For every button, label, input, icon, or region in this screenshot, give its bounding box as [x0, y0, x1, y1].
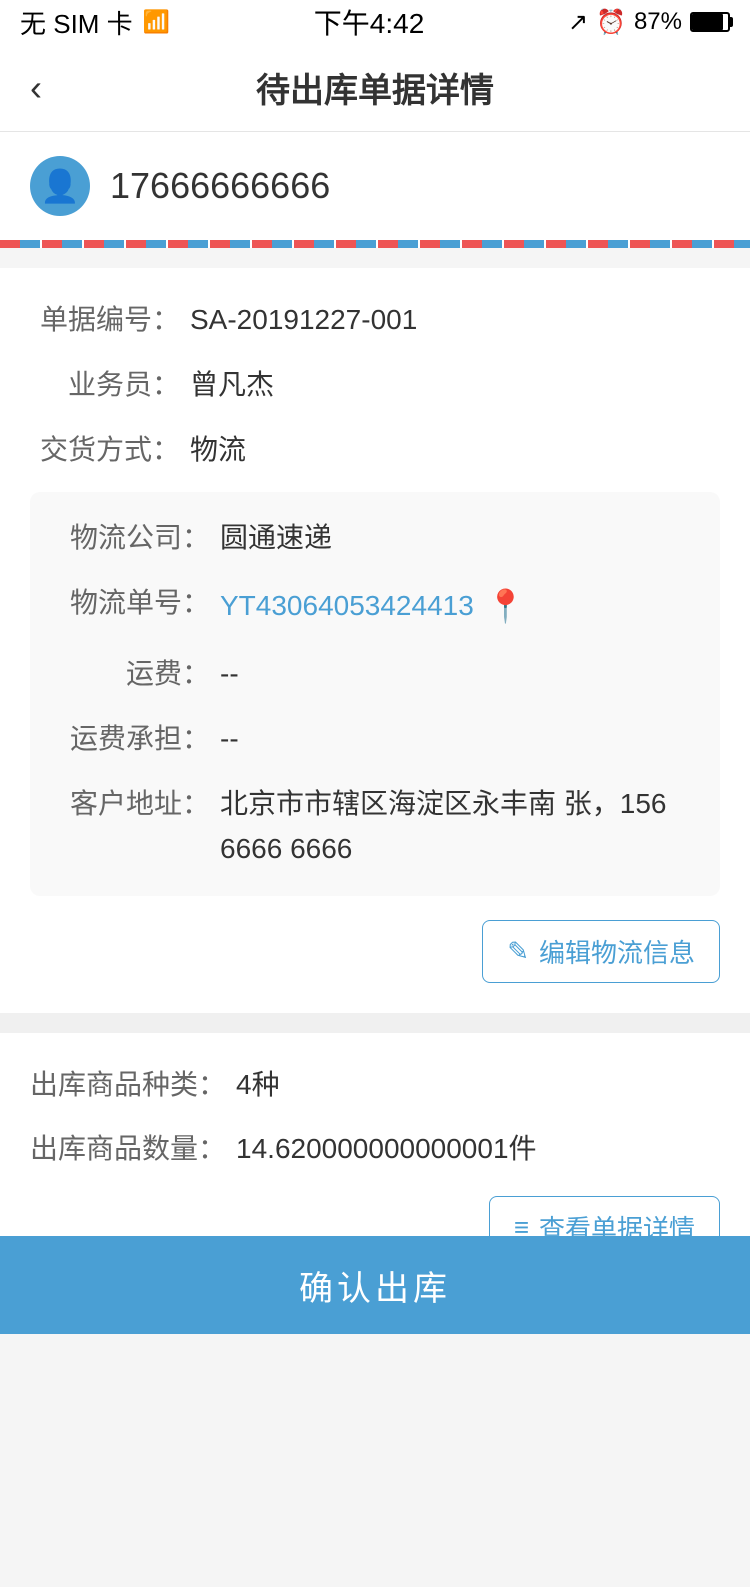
- status-right: ↗ ⏰ 87%: [568, 8, 730, 37]
- avatar-icon: 👤: [40, 167, 80, 205]
- product-type-row: 出库商品种类： 4种: [30, 1063, 720, 1108]
- address-label: 客户地址：: [60, 782, 210, 827]
- salesman-label: 业务员：: [30, 363, 180, 408]
- tracking-no-row: 物流单号： YT43064053424413 📍: [60, 581, 690, 632]
- edit-icon: ✎: [507, 936, 529, 967]
- salesman-row: 业务员： 曾凡杰: [30, 363, 720, 408]
- customer-phone: 17666666666: [110, 165, 330, 207]
- customer-header: 👤 17666666666: [0, 132, 750, 240]
- delivery-method-value: 物流: [180, 428, 720, 473]
- logistics-company-row: 物流公司： 圆通速递: [60, 516, 690, 561]
- location-icon[interactable]: 📍: [486, 581, 526, 632]
- address-row: 客户地址： 北京市市辖区海淀区永丰南 张，156 6666 6666: [60, 782, 690, 872]
- section-separator-1: [0, 1013, 750, 1033]
- delivery-method-label: 交货方式：: [30, 428, 180, 473]
- product-quantity-row: 出库商品数量： 14.620000000000001件: [30, 1127, 720, 1172]
- dashed-divider: [0, 240, 750, 248]
- freight-bearer-value: --: [210, 717, 690, 762]
- logistics-company-value: 圆通速递: [210, 516, 690, 561]
- edit-logistics-button[interactable]: ✎ 编辑物流信息: [482, 920, 720, 983]
- product-quantity-value: 14.620000000000001件: [226, 1127, 720, 1172]
- nav-bar: ‹ 待出库单据详情: [0, 44, 750, 132]
- confirm-button[interactable]: 确认出库: [0, 1236, 750, 1334]
- product-quantity-label: 出库商品数量：: [30, 1127, 226, 1172]
- page-title: 待出库单据详情: [256, 63, 494, 112]
- location-icon: ↗: [568, 8, 588, 37]
- confirm-button-label: 确认出库: [299, 1261, 451, 1310]
- time-text: 下午4:42: [314, 2, 425, 42]
- product-type-label: 出库商品种类：: [30, 1063, 226, 1108]
- salesman-value: 曾凡杰: [180, 363, 720, 408]
- status-bar: 无 SIM 卡 📶 下午4:42 ↗ ⏰ 87%: [0, 0, 750, 44]
- order-info-section: 单据编号： SA-20191227-001 业务员： 曾凡杰 交货方式： 物流 …: [0, 268, 750, 1013]
- edit-logistics-area: ✎ 编辑物流信息: [30, 920, 720, 983]
- address-value: 北京市市辖区海淀区永丰南 张，156 6666 6666: [210, 782, 690, 872]
- edit-logistics-label: 编辑物流信息: [539, 933, 695, 970]
- order-no-value: SA-20191227-001: [180, 298, 720, 343]
- back-button[interactable]: ‹: [30, 67, 42, 109]
- order-no-row: 单据编号： SA-20191227-001: [30, 298, 720, 343]
- logistics-card: 物流公司： 圆通速递 物流单号： YT43064053424413 📍 运费： …: [30, 492, 720, 895]
- freight-label: 运费：: [60, 652, 210, 697]
- delivery-method-row: 交货方式： 物流: [30, 428, 720, 473]
- wifi-icon: 📶: [143, 9, 170, 35]
- tracking-no-label: 物流单号：: [60, 581, 210, 626]
- freight-value: --: [210, 652, 690, 697]
- freight-row: 运费： --: [60, 652, 690, 697]
- status-left: 无 SIM 卡 📶: [20, 4, 170, 41]
- alarm-icon: ⏰: [596, 8, 626, 37]
- logistics-company-label: 物流公司：: [60, 516, 210, 561]
- tracking-no-value: YT43064053424413 📍: [210, 581, 690, 632]
- product-type-value: 4种: [226, 1063, 720, 1108]
- battery-text: 87%: [634, 8, 682, 36]
- carrier-text: 无 SIM 卡: [20, 4, 133, 41]
- order-no-label: 单据编号：: [30, 298, 180, 343]
- freight-bearer-label: 运费承担：: [60, 717, 210, 762]
- avatar: 👤: [30, 156, 90, 216]
- freight-bearer-row: 运费承担： --: [60, 717, 690, 762]
- battery-icon: [690, 12, 730, 32]
